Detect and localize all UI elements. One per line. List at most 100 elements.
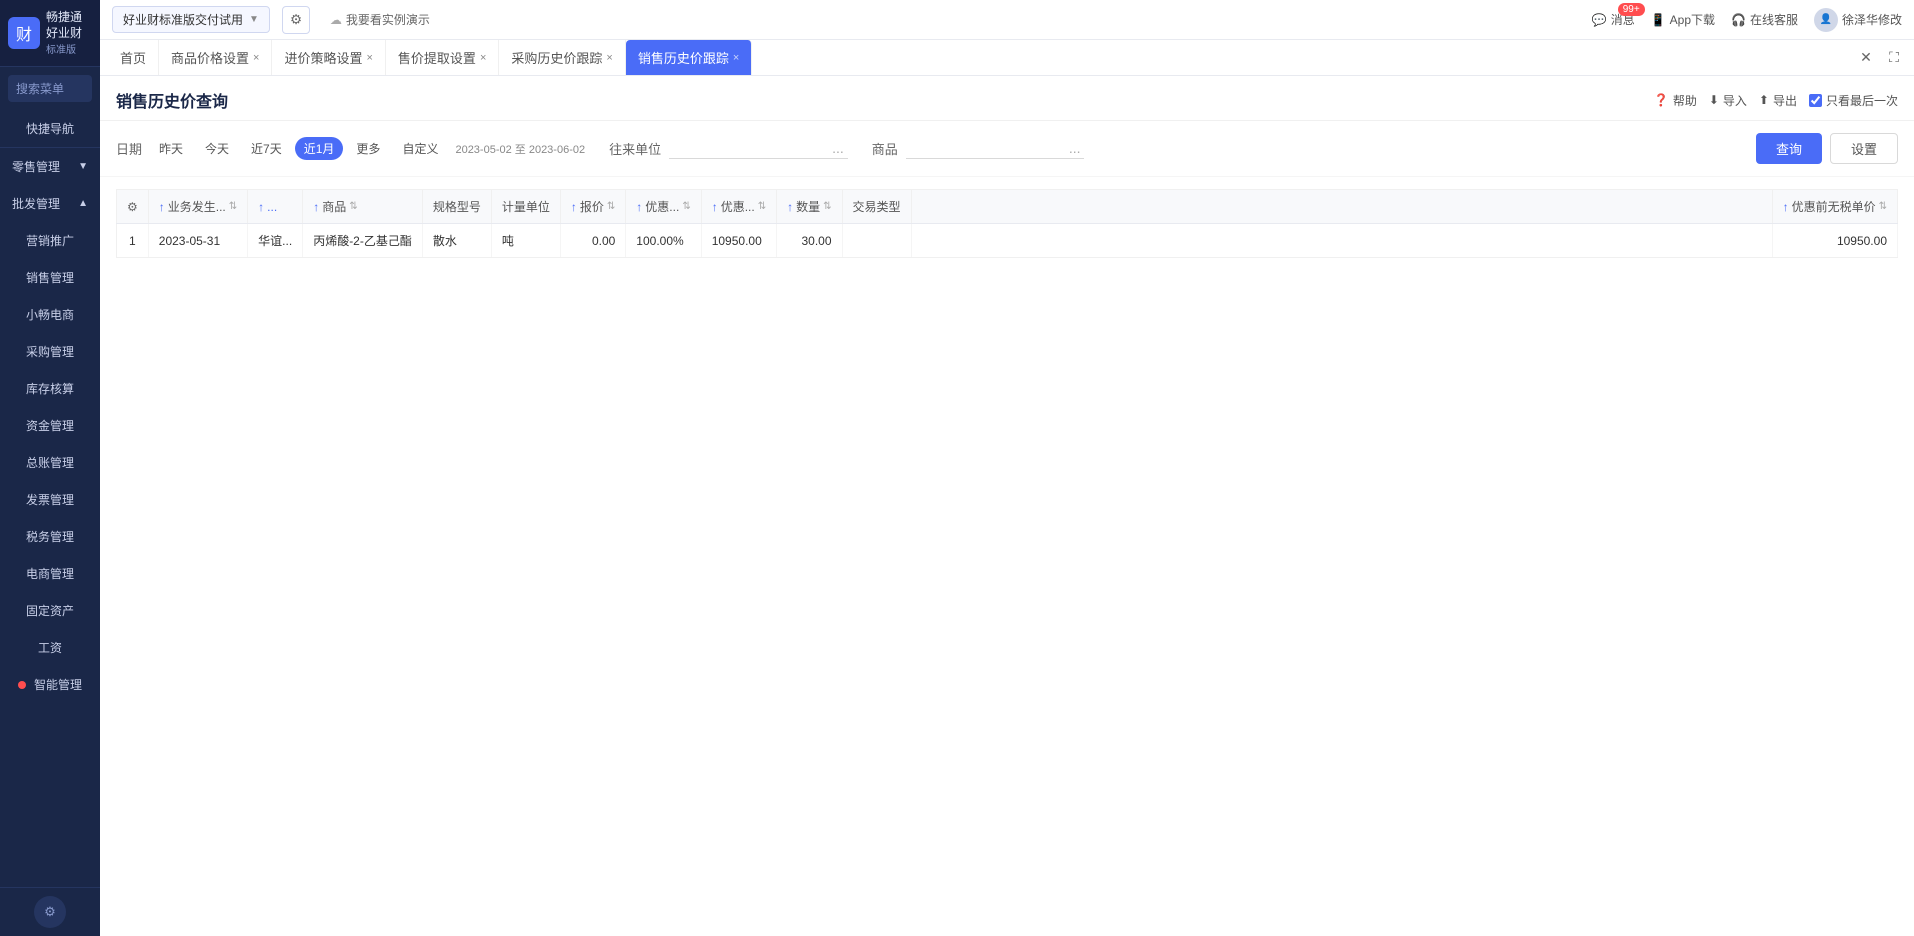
sidebar-item-payroll[interactable]: 工资: [0, 629, 100, 666]
cell-unit: 吨: [491, 224, 560, 258]
col-biz-date[interactable]: ↑ 业务发生... ⇅: [148, 190, 247, 224]
col-gear[interactable]: ⚙: [117, 190, 149, 224]
import-button[interactable]: ⬇ 导入: [1709, 92, 1747, 109]
date-btn-today[interactable]: 今天: [196, 137, 238, 160]
gear-icon[interactable]: ⚙: [127, 200, 138, 214]
sidebar-item-marketing[interactable]: 营销推广: [0, 222, 100, 259]
page: 销售历史价查询 ❓ 帮助 ⬇ 导入 ⬆ 导出: [100, 76, 1914, 936]
sidebar-item-wholesale[interactable]: 批发管理 ▲: [0, 185, 100, 222]
date-btn-last1m[interactable]: 近1月: [295, 137, 344, 160]
smart-dot-icon: [18, 681, 26, 689]
discount2-sort[interactable]: ↑ 优惠... ⇅: [712, 198, 766, 215]
sidebar-nav: 零售管理 ▼ 批发管理 ▲ 营销推广 销售管理 小畅电商 采购管理 库存核算 资…: [0, 147, 100, 703]
topbar-settings-button[interactable]: ⚙: [282, 6, 310, 34]
app-download-button[interactable]: 📱 App下载: [1651, 11, 1715, 28]
col-pretax-price[interactable]: ↑ 优惠前无税单价 ⇅: [1772, 190, 1897, 224]
sidebar-item-inventory[interactable]: 库存核算: [0, 370, 100, 407]
only-last-label: 只看最后一次: [1826, 92, 1898, 109]
tab-price[interactable]: 商品价格设置 ×: [159, 40, 272, 76]
cell-quantity: 30.00: [777, 224, 842, 258]
source-unit-filter-group: 往来单位 ...: [609, 138, 848, 159]
export-icon: ⬆: [1759, 93, 1769, 107]
tab-sale-history[interactable]: 销售历史价跟踪 ×: [626, 40, 752, 76]
sidebar-item-sales[interactable]: 销售管理: [0, 259, 100, 296]
page-title: 销售历史价查询: [116, 88, 228, 112]
tab-price-close-icon[interactable]: ×: [253, 52, 259, 64]
cloud-icon: ☁: [330, 13, 342, 27]
product-sort[interactable]: ↑ 商品 ⇅: [313, 198, 412, 215]
date-filter-group: 日期 昨天 今天 近7天 近1月 更多 自定义 2023-05-02 至 202…: [116, 137, 585, 160]
source-unit-input[interactable]: [673, 141, 828, 155]
tab-purchase-history[interactable]: 采购历史价跟踪 ×: [499, 40, 625, 76]
date-buttons: 昨天 今天 近7天 近1月 更多 自定义: [150, 137, 447, 160]
cell-price: 0.00: [560, 224, 625, 258]
discount1-sort-icon: ⇅: [682, 201, 690, 212]
sidebar-search-area[interactable]: 搜索菜单: [0, 67, 100, 110]
col-discount2[interactable]: ↑ 优惠... ⇅: [701, 190, 776, 224]
settings-button[interactable]: 设置: [1830, 133, 1898, 164]
tab-purchase-strategy[interactable]: 进价策略设置 ×: [272, 40, 385, 76]
col-unit: 计量单位: [491, 190, 560, 224]
sidebar-item-ecommerce-small[interactable]: 小畅电商: [0, 296, 100, 333]
tab-home[interactable]: 首页: [108, 40, 159, 76]
col-quantity[interactable]: ↑ 数量 ⇅: [777, 190, 842, 224]
app-selector-text: 好业财标准版交付试用: [123, 11, 243, 28]
user-menu[interactable]: 👤 徐泽华修改: [1814, 8, 1902, 32]
app-selector[interactable]: 好业财标准版交付试用 ▼: [112, 6, 270, 33]
messages-button[interactable]: 💬 消息 99+: [1592, 11, 1635, 28]
quantity-sort[interactable]: ↑ 数量 ⇅: [787, 198, 831, 215]
price-sort[interactable]: ↑ 报价 ⇅: [571, 198, 615, 215]
col-more[interactable]: ↑ ...: [248, 190, 303, 224]
search-menu-button[interactable]: 搜索菜单: [8, 75, 92, 102]
sidebar-item-finance[interactable]: 资金管理: [0, 407, 100, 444]
product-input[interactable]: [910, 141, 1065, 155]
date-btn-custom[interactable]: 自定义: [393, 137, 447, 160]
date-btn-last7[interactable]: 近7天: [242, 137, 291, 160]
col-price[interactable]: ↑ 报价 ⇅: [560, 190, 625, 224]
tab-purchase-strategy-label: 进价策略设置: [284, 48, 362, 67]
pretax-price-sort[interactable]: ↑ 优惠前无税单价 ⇅: [1783, 198, 1887, 215]
product-more-icon[interactable]: ...: [1069, 140, 1081, 156]
col-product[interactable]: ↑ 商品 ⇅: [303, 190, 423, 224]
logo-sub: 标准版: [46, 41, 92, 56]
tab-purchase-strategy-close-icon[interactable]: ×: [366, 52, 372, 64]
sidebar-settings-icon[interactable]: ⚙: [34, 896, 66, 928]
sidebar-item-purchase[interactable]: 采购管理: [0, 333, 100, 370]
tab-sale-history-close-icon[interactable]: ×: [733, 52, 739, 64]
discount1-sort[interactable]: ↑ 优惠... ⇅: [636, 198, 690, 215]
only-last-checkbox[interactable]: [1809, 94, 1822, 107]
sidebar-item-assets[interactable]: 固定资产: [0, 592, 100, 629]
discount2-sort-icon: ⇅: [758, 201, 766, 212]
table-header: ⚙ ↑ 业务发生... ⇅ ↑: [117, 190, 1898, 224]
tab-purchase-history-close-icon[interactable]: ×: [606, 52, 612, 64]
sidebar-item-tax[interactable]: 税务管理: [0, 518, 100, 555]
date-btn-yesterday[interactable]: 昨天: [150, 137, 192, 160]
query-button[interactable]: 查询: [1756, 133, 1822, 164]
sidebar-item-ecommerce[interactable]: 电商管理: [0, 555, 100, 592]
sidebar-item-smart[interactable]: 智能管理: [0, 666, 100, 703]
cell-discount1: 100.00%: [626, 224, 701, 258]
service-button[interactable]: 🎧 在线客服: [1731, 11, 1798, 28]
more-cols[interactable]: ↑ ...: [258, 200, 292, 214]
tab-sale-history-label: 销售历史价跟踪: [638, 48, 729, 67]
tab-sale-extract[interactable]: 售价提取设置 ×: [386, 40, 499, 76]
export-button[interactable]: ⬆ 导出: [1759, 92, 1797, 109]
help-button[interactable]: ❓ 帮助: [1654, 92, 1697, 109]
demo-button[interactable]: ☁ 我要看实例演示: [330, 11, 430, 28]
service-label: 在线客服: [1750, 11, 1798, 28]
tabs-close-button[interactable]: ✕: [1854, 46, 1878, 70]
sidebar-item-retail[interactable]: 零售管理 ▼: [0, 148, 100, 185]
source-unit-more-icon[interactable]: ...: [832, 140, 844, 156]
tabs-bar: 首页 商品价格设置 × 进价策略设置 × 售价提取设置 × 采购历史价跟踪 × …: [100, 40, 1914, 76]
sidebar-item-quick-nav[interactable]: 快捷导航: [0, 110, 100, 147]
tabs-maximize-button[interactable]: ⛶: [1882, 46, 1906, 70]
wholesale-arrow-icon: ▲: [78, 198, 88, 209]
more-cols-icon[interactable]: ...: [267, 200, 277, 214]
source-unit-input-group: ...: [669, 138, 848, 159]
sidebar-item-invoice[interactable]: 发票管理: [0, 481, 100, 518]
col-discount1[interactable]: ↑ 优惠... ⇅: [626, 190, 701, 224]
sidebar-item-ledger[interactable]: 总账管理: [0, 444, 100, 481]
biz-date-sort[interactable]: ↑ 业务发生... ⇅: [159, 198, 237, 215]
tab-sale-extract-close-icon[interactable]: ×: [480, 52, 486, 64]
date-btn-more[interactable]: 更多: [347, 137, 389, 160]
